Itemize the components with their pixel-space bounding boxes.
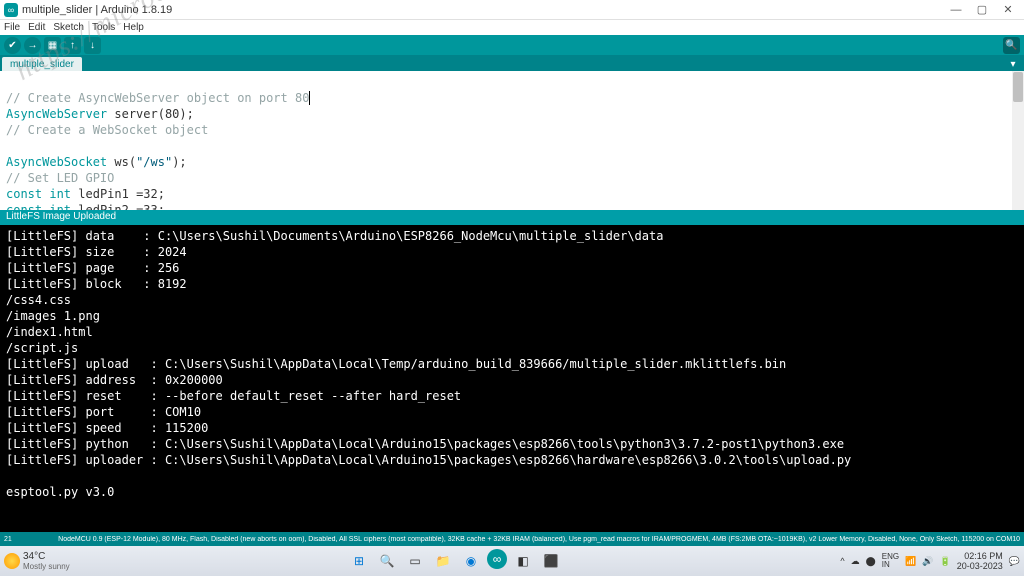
battery-icon[interactable]: 🔋: [940, 556, 951, 567]
tray-chevron-icon[interactable]: ^: [840, 556, 844, 566]
start-button[interactable]: ⊞: [347, 549, 371, 573]
app-icon[interactable]: ⬛: [539, 549, 563, 573]
output-console[interactable]: [LittleFS] data : C:\Users\Sushil\Docume…: [0, 225, 1024, 532]
menu-help[interactable]: Help: [123, 22, 144, 33]
sun-icon: [4, 553, 20, 569]
open-button[interactable]: ↑: [64, 37, 81, 54]
code-line: // Create AsyncWebServer object on port …: [6, 91, 309, 105]
window-titlebar: ∞ multiple_slider | Arduino 1.8.19 — ▢ ✕: [0, 0, 1024, 20]
upload-button[interactable]: →: [24, 37, 41, 54]
arduino-taskbar-icon[interactable]: ∞: [487, 549, 507, 569]
menu-bar: File Edit Sketch Tools Help: [0, 20, 1024, 35]
volume-icon[interactable]: 🔊: [922, 556, 933, 567]
maximize-button[interactable]: ▢: [976, 4, 988, 16]
code-line: // Set LED GPIO: [6, 171, 114, 185]
close-button[interactable]: ✕: [1002, 4, 1014, 16]
search-button[interactable]: 🔍: [375, 549, 399, 573]
code-editor[interactable]: // Create AsyncWebServer object on port …: [0, 71, 1024, 210]
arduino-app-icon: ∞: [4, 3, 18, 17]
app-icon[interactable]: ◧: [511, 549, 535, 573]
code-line: // Create a WebSocket object: [6, 123, 208, 137]
menu-tools[interactable]: Tools: [92, 22, 115, 33]
menu-edit[interactable]: Edit: [28, 22, 45, 33]
language-indicator[interactable]: ENG IN: [882, 553, 899, 569]
editor-scrollbar[interactable]: [1012, 71, 1024, 210]
clock[interactable]: 02:16 PM 20-03-2023: [957, 551, 1003, 571]
toolbar: ✔ → ▦ ↑ ↓ 🔍: [0, 35, 1024, 55]
window-title: multiple_slider | Arduino 1.8.19: [22, 4, 950, 16]
tray-icon[interactable]: ⬤: [866, 556, 876, 567]
serial-monitor-button[interactable]: 🔍: [1003, 37, 1020, 54]
verify-button[interactable]: ✔: [4, 37, 21, 54]
minimize-button[interactable]: —: [950, 4, 962, 16]
temperature: 34°C: [23, 551, 70, 562]
taskbar-center: ⊞ 🔍 ▭ 📁 ◉ ∞ ◧ ⬛: [70, 549, 841, 573]
status-bar: LittleFS Image Uploaded: [0, 210, 1024, 225]
task-view-button[interactable]: ▭: [403, 549, 427, 573]
new-button[interactable]: ▦: [44, 37, 61, 54]
scrollbar-thumb[interactable]: [1013, 72, 1023, 102]
onedrive-icon[interactable]: ☁: [851, 556, 860, 567]
notifications-icon[interactable]: 💬: [1009, 556, 1020, 567]
edge-icon[interactable]: ◉: [459, 549, 483, 573]
save-button[interactable]: ↓: [84, 37, 101, 54]
explorer-icon[interactable]: 📁: [431, 549, 455, 573]
system-tray: ^ ☁ ⬤ ENG IN 📶 🔊 🔋 02:16 PM 20-03-2023 💬: [840, 551, 1020, 571]
windows-taskbar: 34°C Mostly sunny ⊞ 🔍 ▭ 📁 ◉ ∞ ◧ ⬛ ^ ☁ ⬤ …: [0, 546, 1024, 576]
line-number: 21: [4, 536, 34, 543]
sketch-tab[interactable]: multiple_slider: [2, 57, 82, 71]
weather-widget[interactable]: 34°C Mostly sunny: [4, 551, 70, 571]
weather-text: Mostly sunny: [23, 562, 70, 571]
footer-bar: 21 NodeMCU 0.9 (ESP-12 Module), 80 MHz, …: [0, 532, 1024, 546]
menu-sketch[interactable]: Sketch: [53, 22, 84, 33]
window-controls: — ▢ ✕: [950, 4, 1020, 16]
wifi-icon[interactable]: 📶: [905, 556, 916, 567]
tab-menu-button[interactable]: ▾: [1006, 57, 1020, 71]
tab-bar: multiple_slider ▾: [0, 55, 1024, 71]
board-info: NodeMCU 0.9 (ESP-12 Module), 80 MHz, Fla…: [34, 536, 1020, 543]
menu-file[interactable]: File: [4, 22, 20, 33]
